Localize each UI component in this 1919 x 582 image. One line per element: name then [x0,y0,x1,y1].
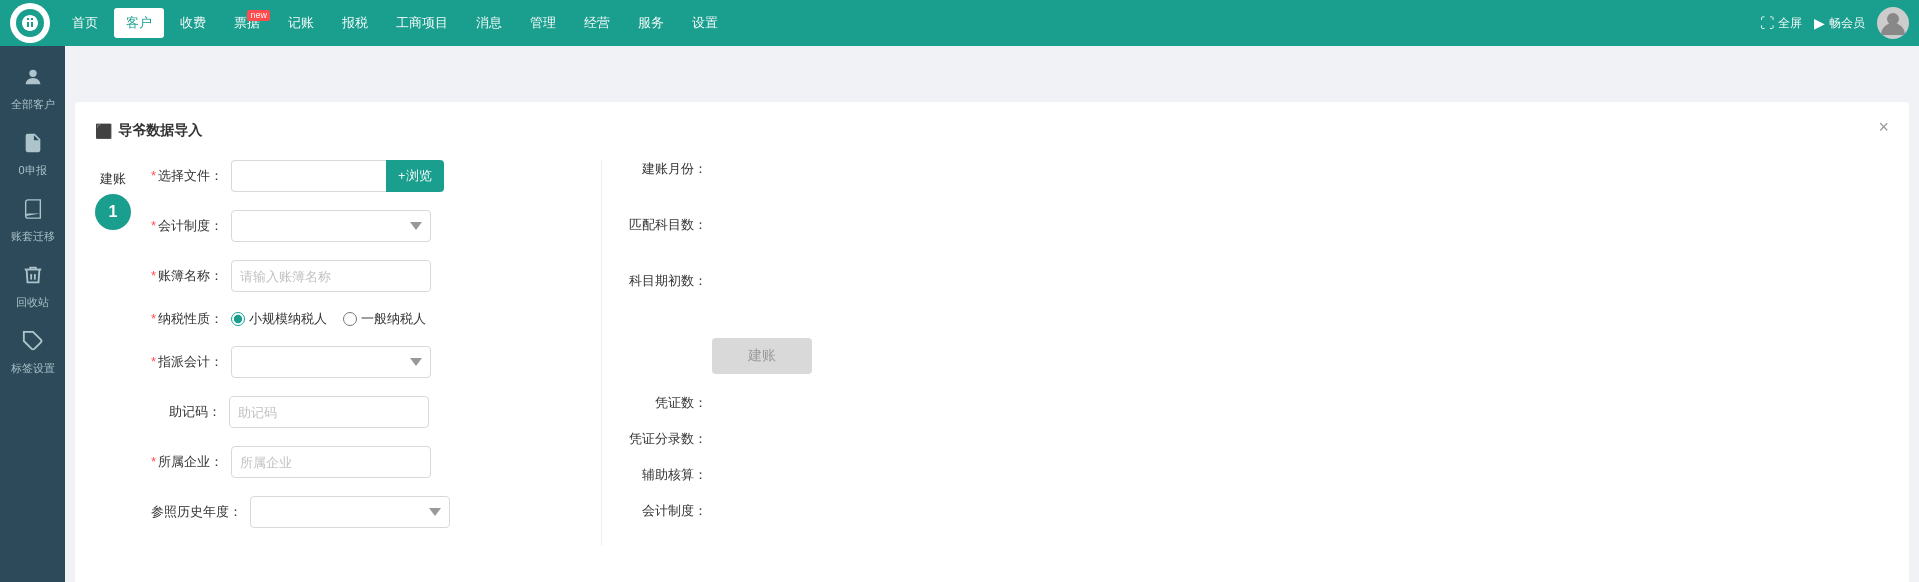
ledger-name-input[interactable] [231,260,431,292]
matching-subjects-row: 匹配科目数： [622,216,901,234]
nav-fees[interactable]: 收费 [168,8,218,38]
nav-tickets[interactable]: 票据 new [222,8,272,38]
nav-menu: 首页 客户 收费 票据 new 记账 报税 工商项目 消息 管理 经营 服务 设… [60,8,1760,38]
voucher-count-label: 凭证数： [622,394,707,412]
memo-code-row: 助记码： [151,396,581,428]
browse-button[interactable]: +浏览 [386,160,444,192]
import-icon: ⬛ [95,123,112,139]
new-badge: new [247,10,270,21]
action-area: 建账 [622,308,901,374]
accounting-month-label: 建账月份： [622,160,707,178]
card-title: ⬛ 导爷数据导入 [95,122,1889,140]
affiliated-company-input[interactable] [231,446,431,478]
build-account-button[interactable]: 建账 [712,338,812,374]
sidebar-item-declaration[interactable]: 0申报 [0,122,65,188]
sidebar: 全部客户 0申报 账套迁移 回收站 标签设置 [0,46,65,582]
radio-general-taxpayer[interactable]: 一般纳税人 [343,310,426,328]
nav-services[interactable]: 服务 [626,8,676,38]
voucher-info-group: 凭证数： 凭证分录数： 辅助核算： 会计制度： [622,394,901,520]
accounting-system-label: *会计制度： [151,217,223,235]
sidebar-item-all-clients[interactable]: 全部客户 [0,56,65,122]
accounting-system-row: *会计制度： [151,210,581,242]
memo-code-label: 助记码： [151,403,221,421]
tax-type-label: *纳税性质： [151,310,223,328]
file-input[interactable] [231,160,386,192]
reference-year-label: 参照历史年度： [151,503,242,521]
fullscreen-button[interactable]: ⛶ 全屏 [1760,15,1802,32]
ledger-name-row: *账簿名称： [151,260,581,292]
voucher-count-row: 凭证数： [622,394,901,412]
nav-business-projects[interactable]: 工商项目 [384,8,460,38]
initial-subjects-row: 科目期初数： [622,272,901,290]
main-content: ⬛ 导爷数据导入 × 建账 1 *选择文件： +浏览 [65,92,1919,582]
file-select-label: *选择文件： [151,167,223,185]
person-icon [22,66,44,93]
fullscreen-icon: ⛶ [1760,15,1774,31]
nav-bookkeeping[interactable]: 记账 [276,8,326,38]
nav-management[interactable]: 管理 [518,8,568,38]
voucher-entries-row: 凭证分录数： [622,430,901,448]
form-area: 建账 1 *选择文件： +浏览 *会计制 [95,160,1889,546]
video-icon: ▶ [1814,15,1825,31]
nav-home[interactable]: 首页 [60,8,110,38]
accounting-system-select[interactable] [231,210,431,242]
initial-subjects-label: 科目期初数： [622,272,707,290]
top-navigation: 首页 客户 收费 票据 new 记账 报税 工商项目 消息 管理 经营 服务 设… [0,0,1919,46]
accounting-month-row: 建账月份： [622,160,901,178]
reference-year-row: 参照历史年度： [151,496,581,528]
tax-type-row: *纳税性质： 小规模纳税人 一般纳税人 [151,310,581,328]
import-card: ⬛ 导爷数据导入 × 建账 1 *选择文件： +浏览 [75,102,1909,582]
tax-type-radio-group: 小规模纳税人 一般纳税人 [231,310,426,328]
memo-code-input[interactable] [229,396,429,428]
nav-clients[interactable]: 客户 [114,8,164,38]
nav-operations[interactable]: 经营 [572,8,622,38]
affiliated-company-label: *所属企业： [151,453,223,471]
svg-point-1 [29,70,36,77]
book-icon [22,198,44,225]
affiliated-company-row: *所属企业： [151,446,581,478]
reference-year-select[interactable] [250,496,450,528]
right-accounting-system-label: 会计制度： [622,502,707,520]
file-select-row: *选择文件： +浏览 [151,160,581,192]
app-logo[interactable] [10,3,50,43]
nav-messages[interactable]: 消息 [464,8,514,38]
radio-small-taxpayer[interactable]: 小规模纳税人 [231,310,327,328]
auxiliary-accounting-row: 辅助核算： [622,466,901,484]
sidebar-item-recycle[interactable]: 回收站 [0,254,65,320]
nav-tax[interactable]: 报税 [330,8,380,38]
file-input-group: +浏览 [231,160,444,192]
close-button[interactable]: × [1878,118,1889,136]
sidebar-item-account-migration[interactable]: 账套迁移 [0,188,65,254]
step-indicator: 建账 1 [95,160,131,546]
assigned-accountant-row: *指派会计： [151,346,581,378]
auxiliary-accounting-label: 辅助核算： [622,466,707,484]
matching-subjects-label: 匹配科目数： [622,216,707,234]
nav-right-area: ⛶ 全屏 ▶ 畅会员 [1760,7,1909,39]
right-accounting-system-row: 会计制度： [622,502,901,520]
form-left: *选择文件： +浏览 *会计制度： [151,160,601,546]
avatar[interactable] [1877,7,1909,39]
ledger-name-label: *账簿名称： [151,267,223,285]
member-button[interactable]: ▶ 畅会员 [1814,15,1865,32]
voucher-entries-label: 凭证分录数： [622,430,707,448]
form-right: 建账月份： 匹配科目数： 科目期初数： 建账 凭证数： [601,160,901,546]
right-info-group: 建账月份： 匹配科目数： 科目期初数： [622,160,901,308]
nav-settings[interactable]: 设置 [680,8,730,38]
document-icon [22,132,44,159]
assigned-accountant-select[interactable] [231,346,431,378]
sidebar-item-tag-settings[interactable]: 标签设置 [0,320,65,386]
trash-icon [22,264,44,291]
step-circle: 1 [95,194,131,230]
assigned-accountant-label: *指派会计： [151,353,223,371]
tag-icon [22,330,44,357]
